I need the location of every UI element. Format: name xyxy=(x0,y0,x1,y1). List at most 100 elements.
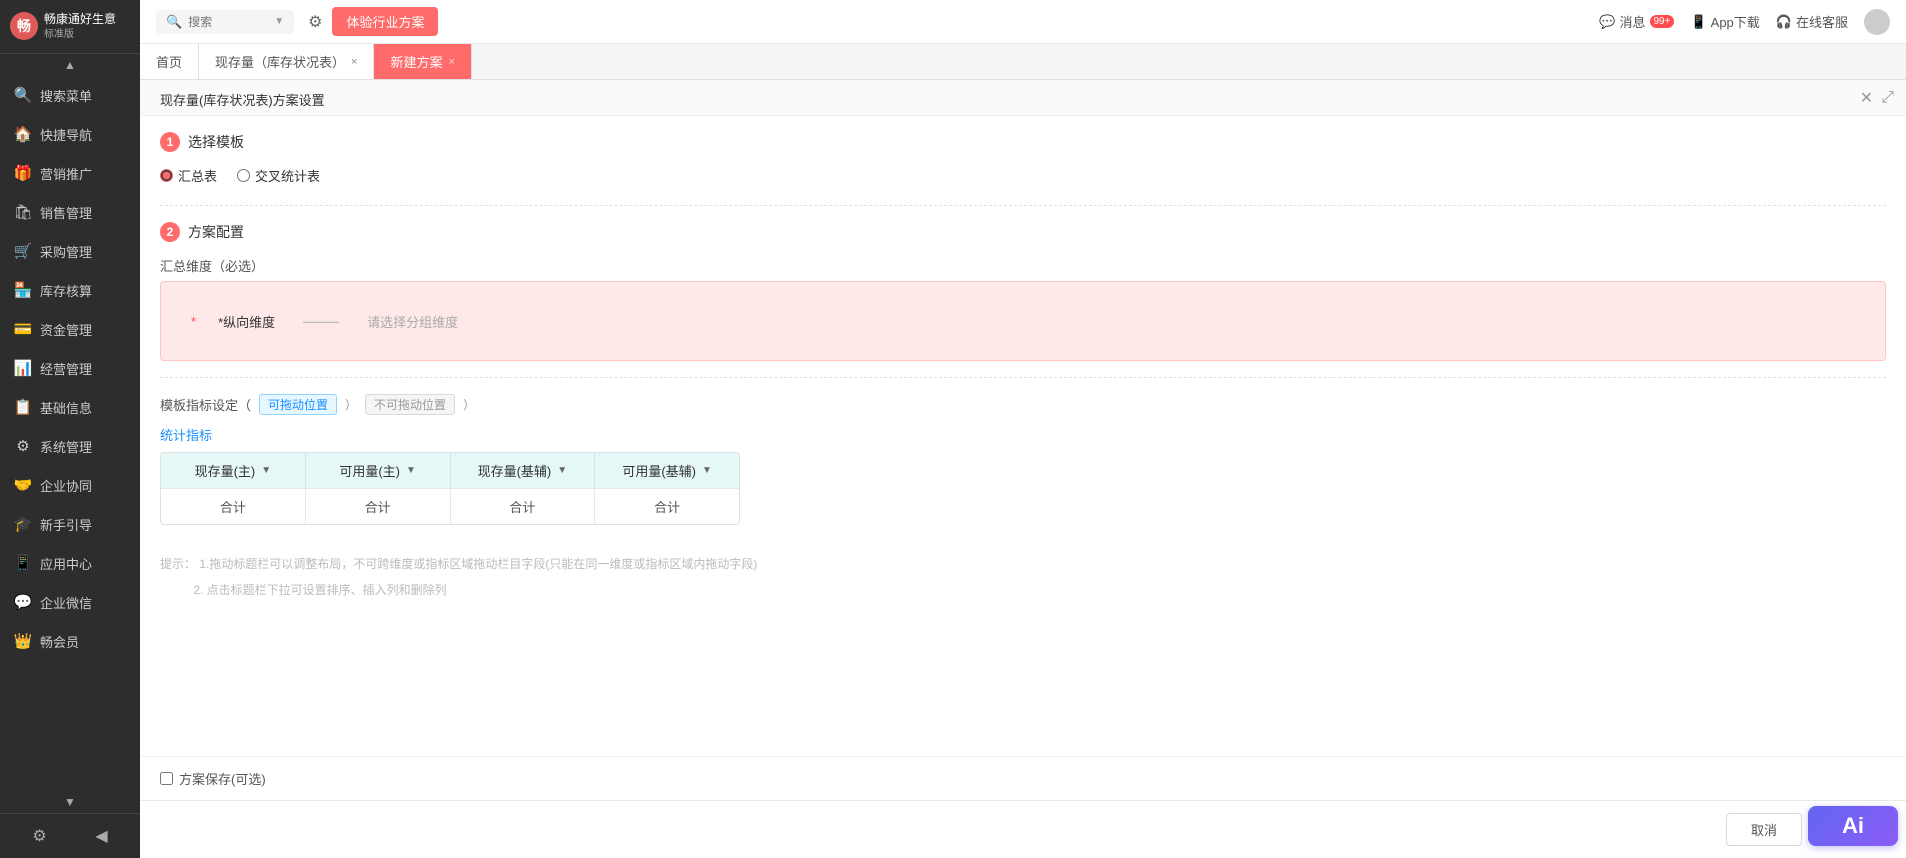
non-draggable-badge: 不可拖动位置 xyxy=(365,394,455,415)
table-header-cell[interactable]: 可用量(基辅)▼ xyxy=(595,453,739,488)
footer: 取消 查询 xyxy=(140,800,1906,858)
sidebar-label-purchase: 采购管理 xyxy=(40,242,92,261)
chevron-down-icon[interactable]: ▼ xyxy=(274,16,284,27)
sidebar-icon-inventory: 🏪 xyxy=(14,281,32,299)
sidebar-icon-new_guide: 🎓 xyxy=(14,515,32,533)
sidebar-item-finance[interactable]: 💳 资金管理 xyxy=(0,310,140,349)
sidebar-icon-enterprise_wechat: 💬 xyxy=(14,593,32,611)
tip-2: 2. 点击标题栏下拉可设置排序、插入列和删除列 xyxy=(160,580,1886,602)
sidebar-label-app_center: 应用中心 xyxy=(40,554,92,573)
table-header-cell[interactable]: 现存量(主)▼ xyxy=(161,453,306,488)
sidebar-item-purchase[interactable]: 🛒 采购管理 xyxy=(0,232,140,271)
dimension-box: * *纵向维度 —— 请选择分组维度 xyxy=(160,281,1886,361)
table-header-cell[interactable]: 可用量(主)▼ xyxy=(306,453,451,488)
ai-badge[interactable]: Ai xyxy=(1808,806,1898,846)
sidebar-item-search[interactable]: 🔍 搜索菜单 xyxy=(0,76,140,115)
message-item[interactable]: 💬 消息 99+ xyxy=(1599,12,1674,31)
sidebar-scroll-up[interactable]: ▲ xyxy=(0,54,140,76)
radio-cross-input[interactable] xyxy=(237,169,250,182)
sidebar-logo: 畅 畅康通好生意 标准版 xyxy=(0,0,140,54)
sidebar-label-marketing: 营销推广 xyxy=(40,164,92,183)
section2-label: 方案配置 xyxy=(188,222,244,242)
content-area: ✕ ⤢ 现存量(库存状况表)方案设置 1 选择模板 汇总表 xyxy=(140,80,1906,858)
stats-table: 现存量(主)▼可用量(主)▼现存量(基辅)▼可用量(基辅)▼ 合计合计合计合计 xyxy=(160,452,740,525)
stats-section-label: 统计指标 xyxy=(160,425,1886,444)
tab-new-scheme-close[interactable]: × xyxy=(448,56,454,68)
chevron-down-icon: ▼ xyxy=(557,465,567,476)
sidebar-item-marketing[interactable]: 🎁 营销推广 xyxy=(0,154,140,193)
table-cell: 合计 xyxy=(306,489,451,524)
tab-inventory-status-close[interactable]: × xyxy=(351,56,357,68)
tab-new-scheme[interactable]: 新建方案 × xyxy=(374,44,471,79)
sidebar-icon-quick_nav: 🏠 xyxy=(14,125,32,143)
section2-title: 2 方案配置 xyxy=(160,222,1886,242)
sidebar-label-finance: 资金管理 xyxy=(40,320,92,339)
draggable-badge: 可拖动位置 xyxy=(259,394,337,415)
radio-summary-input[interactable] xyxy=(160,169,173,182)
sidebar-label-inventory: 库存核算 xyxy=(40,281,92,300)
download-icon: 📱 xyxy=(1690,14,1706,30)
radio-summary-label: 汇总表 xyxy=(178,166,217,185)
sidebar-nav: 🔍 搜索菜单 🏠 快捷导航 🎁 营销推广 🛍 销售管理 🛒 采购管理 🏪 库存核… xyxy=(0,76,140,791)
radio-cross[interactable]: 交叉统计表 xyxy=(237,166,320,185)
cancel-button[interactable]: 取消 xyxy=(1726,813,1802,846)
settings-button[interactable]: ⚙ xyxy=(24,822,54,850)
gear-icon[interactable]: ⚙ xyxy=(308,12,322,32)
user-avatar[interactable] xyxy=(1864,9,1890,35)
sidebar-label-member: 畅会员 xyxy=(40,632,79,651)
required-star: * xyxy=(191,314,196,329)
stats-table-row: 合计合计合计合计 xyxy=(161,488,739,524)
sidebar-item-sales[interactable]: 🛍 销售管理 xyxy=(0,193,140,232)
sidebar-item-basic_info[interactable]: 📋 基础信息 xyxy=(0,388,140,427)
sidebar-label-operations: 经营管理 xyxy=(40,359,92,378)
tabbar: 首页 现存量（库存状况表） × 新建方案 × xyxy=(140,44,1906,80)
app-download-item[interactable]: 📱 App下载 xyxy=(1690,12,1759,31)
section1-title: 1 选择模板 xyxy=(160,132,1886,152)
sidebar-label-basic_info: 基础信息 xyxy=(40,398,92,417)
section-choose-template: 1 选择模板 汇总表 交叉统计表 xyxy=(160,132,1886,185)
section2-number: 2 xyxy=(160,222,180,242)
sidebar-label-system: 系统管理 xyxy=(40,437,92,456)
search-input[interactable] xyxy=(188,15,268,29)
stats-table-header: 现存量(主)▼可用量(主)▼现存量(基辅)▼可用量(基辅)▼ xyxy=(161,453,739,488)
sidebar-item-new_guide[interactable]: 🎓 新手引导 xyxy=(0,505,140,544)
tab-inventory-status[interactable]: 现存量（库存状况表） × xyxy=(199,44,374,79)
online-service-item[interactable]: 🎧 在线客服 xyxy=(1776,12,1848,31)
sidebar-item-system[interactable]: ⚙ 系统管理 xyxy=(0,427,140,466)
sidebar: 畅 畅康通好生意 标准版 ▲ 🔍 搜索菜单 🏠 快捷导航 🎁 营销推广 🛍 销售… xyxy=(0,0,140,858)
sidebar-icon-finance: 💳 xyxy=(14,320,32,338)
sidebar-label-quick_nav: 快捷导航 xyxy=(40,125,92,144)
dimension-placeholder: 请选择分组维度 xyxy=(367,312,458,331)
sidebar-item-member[interactable]: 👑 畅会员 xyxy=(0,622,140,661)
search-box[interactable]: 🔍 ▼ xyxy=(156,10,294,34)
tab-home[interactable]: 首页 xyxy=(140,44,199,79)
summary-dimension-row: 汇总维度（必选） * *纵向维度 —— 请选择分组维度 xyxy=(160,256,1886,361)
trial-button[interactable]: 体验行业方案 xyxy=(332,7,438,36)
sidebar-item-quick_nav[interactable]: 🏠 快捷导航 xyxy=(0,115,140,154)
save-checkbox[interactable] xyxy=(160,772,173,785)
sidebar-item-inventory[interactable]: 🏪 库存核算 xyxy=(0,271,140,310)
sidebar-item-app_center[interactable]: 📱 应用中心 xyxy=(0,544,140,583)
tab-home-label: 首页 xyxy=(156,52,182,71)
radio-summary[interactable]: 汇总表 xyxy=(160,166,217,185)
logo-text: 畅康通好生意 标准版 xyxy=(44,12,116,41)
close-panel-button[interactable]: ✕ xyxy=(1860,88,1873,108)
sidebar-icon-operations: 📊 xyxy=(14,359,32,377)
sidebar-bottom: ⚙ ◀ xyxy=(0,813,140,858)
sidebar-item-enterprise_wechat[interactable]: 💬 企业微信 xyxy=(0,583,140,622)
sidebar-item-cooperation[interactable]: 🤝 企业协同 xyxy=(0,466,140,505)
summary-dimension-label: 汇总维度（必选） xyxy=(160,256,1886,275)
table-header-cell[interactable]: 现存量(基辅)▼ xyxy=(451,453,596,488)
panel-header: 现存量(库存状况表)方案设置 xyxy=(140,80,1906,116)
chevron-down-icon: ▼ xyxy=(702,465,712,476)
sidebar-item-operations[interactable]: 📊 经营管理 xyxy=(0,349,140,388)
sidebar-icon-member: 👑 xyxy=(14,632,32,650)
panel-title: 现存量(库存状况表)方案设置 xyxy=(160,93,325,108)
indicator-settings-label: 模板指标设定（ 可拖动位置 ） 不可拖动位置 ） xyxy=(160,394,1886,415)
expand-panel-button[interactable]: ⤢ xyxy=(1881,88,1894,108)
table-cell: 合计 xyxy=(595,489,739,524)
sidebar-icon-marketing: 🎁 xyxy=(14,164,32,182)
collapse-button[interactable]: ◀ xyxy=(87,822,115,850)
panel-controls: ✕ ⤢ xyxy=(1860,88,1894,108)
sidebar-scroll-down[interactable]: ▼ xyxy=(0,791,140,813)
